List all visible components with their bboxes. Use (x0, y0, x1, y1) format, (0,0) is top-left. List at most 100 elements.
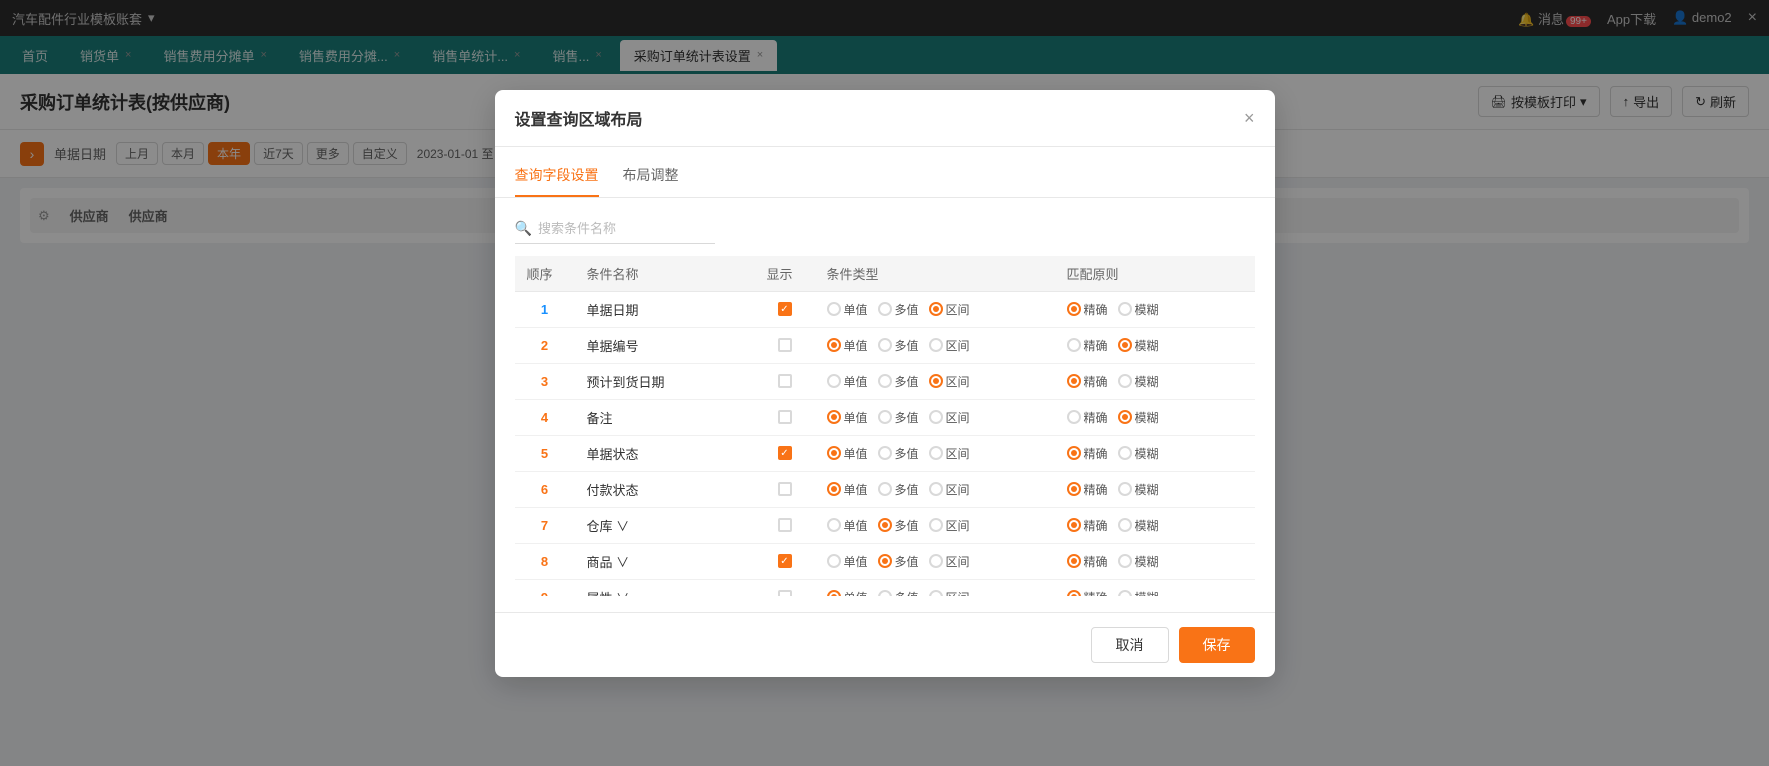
dialog-tab-layout-label: 布局调整 (623, 167, 679, 183)
match-radio-option[interactable]: 模糊 (1118, 301, 1159, 318)
row-display-checkbox (755, 363, 815, 399)
display-checkbox[interactable]: ✓ (778, 302, 792, 316)
match-radio-option[interactable]: 模糊 (1118, 445, 1159, 462)
match-option-label: 模糊 (1135, 373, 1159, 390)
type-option-label: 单值 (844, 373, 868, 390)
radio-circle (1118, 554, 1132, 568)
type-radio-option[interactable]: 多值 (878, 409, 919, 426)
type-radio-option[interactable]: 单值 (827, 337, 868, 354)
display-checkbox[interactable] (778, 518, 792, 532)
dialog-tab-layout[interactable]: 布局调整 (623, 159, 679, 197)
type-radio-option[interactable]: 多值 (878, 337, 919, 354)
type-radio-option[interactable]: 多值 (878, 481, 919, 498)
type-option-label: 单值 (844, 409, 868, 426)
match-radio-option[interactable]: 精确 (1067, 409, 1108, 426)
match-option-label: 精确 (1084, 481, 1108, 498)
table-row: 3预计到货日期单值多值区间精确模糊 (515, 363, 1255, 399)
table-header-row: 顺序 条件名称 显示 条件类型 匹配原则 (515, 256, 1255, 292)
conditions-table: 顺序 条件名称 显示 条件类型 匹配原则 1单据日期✓单值多值区间精确模糊2单据… (515, 256, 1255, 596)
display-checkbox[interactable] (778, 374, 792, 388)
radio-circle (1067, 590, 1081, 596)
order-number: 2 (541, 338, 548, 353)
type-radio-option[interactable]: 单值 (827, 481, 868, 498)
type-radio-option[interactable]: 多值 (878, 553, 919, 570)
type-radio-option[interactable]: 多值 (878, 373, 919, 390)
dialog-tab-fields[interactable]: 查询字段设置 (515, 159, 599, 197)
match-radio-option[interactable]: 精确 (1067, 517, 1108, 534)
match-radio-option[interactable]: 精确 (1067, 481, 1108, 498)
type-option-label: 单值 (844, 481, 868, 498)
radio-circle (1067, 554, 1081, 568)
match-radio-option[interactable]: 模糊 (1118, 481, 1159, 498)
type-radio-option[interactable]: 区间 (929, 301, 970, 318)
match-radio-option[interactable]: 模糊 (1118, 373, 1159, 390)
match-radio-option[interactable]: 精确 (1067, 445, 1108, 462)
match-radio-option[interactable]: 模糊 (1118, 553, 1159, 570)
match-radio-option[interactable]: 模糊 (1118, 337, 1159, 354)
type-option-label: 区间 (946, 373, 970, 390)
match-radio-option[interactable]: 精确 (1067, 337, 1108, 354)
radio-circle (827, 590, 841, 596)
cancel-button[interactable]: 取消 (1091, 627, 1169, 663)
match-option-label: 精确 (1084, 589, 1108, 596)
type-option-label: 区间 (946, 409, 970, 426)
type-radio-option[interactable]: 区间 (929, 445, 970, 462)
match-radio-option[interactable]: 模糊 (1118, 589, 1159, 596)
row-condition-name: 商品 ∨ (575, 543, 755, 579)
display-checkbox[interactable] (778, 338, 792, 352)
dialog-tab-bar: 查询字段设置 布局调整 (495, 147, 1275, 198)
type-radio-option[interactable]: 单值 (827, 517, 868, 534)
type-radio-option[interactable]: 单值 (827, 373, 868, 390)
type-radio-option[interactable]: 区间 (929, 373, 970, 390)
row-type-options: 单值 多值 区间 (815, 579, 1055, 596)
radio-circle (878, 410, 892, 424)
radio-circle (1067, 374, 1081, 388)
radio-circle (827, 518, 841, 532)
radio-circle (929, 590, 943, 596)
type-radio-option[interactable]: 单值 (827, 409, 868, 426)
row-match-options: 精确模糊 (1055, 543, 1255, 579)
type-radio-option[interactable]: 多值 (878, 589, 919, 596)
display-checkbox[interactable]: ✓ (778, 446, 792, 460)
table-row: 7仓库 ∨单值多值区间精确模糊 (515, 507, 1255, 543)
radio-circle (1118, 302, 1132, 316)
th-display: 显示 (755, 256, 815, 292)
type-radio-option[interactable]: 区间 (929, 409, 970, 426)
match-radio-option[interactable]: 精确 (1067, 301, 1108, 318)
display-checkbox[interactable] (778, 590, 792, 596)
dialog-footer: 取消 保存 (495, 612, 1275, 677)
type-radio-option[interactable]: 区间 (929, 337, 970, 354)
radio-circle (878, 374, 892, 388)
type-radio-option[interactable]: 区间 (929, 553, 970, 570)
condition-search-input[interactable] (538, 221, 715, 236)
row-condition-name: 属性 ∨ (575, 579, 755, 596)
type-radio-option[interactable]: 单值 (827, 445, 868, 462)
display-checkbox[interactable] (778, 482, 792, 496)
type-radio-option[interactable]: 区间 (929, 481, 970, 498)
row-match-options: 精确模糊 (1055, 291, 1255, 327)
type-option-label: 多值 (895, 409, 919, 426)
type-radio-option[interactable]: 单值 (827, 553, 868, 570)
order-number: 9 (541, 590, 548, 596)
display-checkbox[interactable]: ✓ (778, 554, 792, 568)
type-radio-option[interactable]: 多值 (878, 517, 919, 534)
match-radio-option[interactable]: 模糊 (1118, 517, 1159, 534)
row-match-options: 精确 模糊 (1055, 363, 1255, 399)
type-radio-option[interactable]: 区间 (929, 589, 970, 596)
type-radio-option[interactable]: 单值 (827, 589, 868, 596)
type-radio-option[interactable]: 多值 (878, 301, 919, 318)
dialog-close-button[interactable]: × (1244, 109, 1255, 127)
save-button[interactable]: 保存 (1179, 627, 1255, 663)
type-radio-option[interactable]: 多值 (878, 445, 919, 462)
match-radio-option[interactable]: 模糊 (1118, 409, 1159, 426)
row-type-options: 单值多值区间 (815, 327, 1055, 363)
type-radio-option[interactable]: 区间 (929, 517, 970, 534)
match-radio-option[interactable]: 精确 (1067, 373, 1108, 390)
radio-circle (1118, 446, 1132, 460)
match-radio-option[interactable]: 精确 (1067, 553, 1108, 570)
type-option-label: 区间 (946, 553, 970, 570)
display-checkbox[interactable] (778, 410, 792, 424)
match-radio-option[interactable]: 精确 (1067, 589, 1108, 596)
type-radio-option[interactable]: 单值 (827, 301, 868, 318)
match-option-label: 精确 (1084, 373, 1108, 390)
